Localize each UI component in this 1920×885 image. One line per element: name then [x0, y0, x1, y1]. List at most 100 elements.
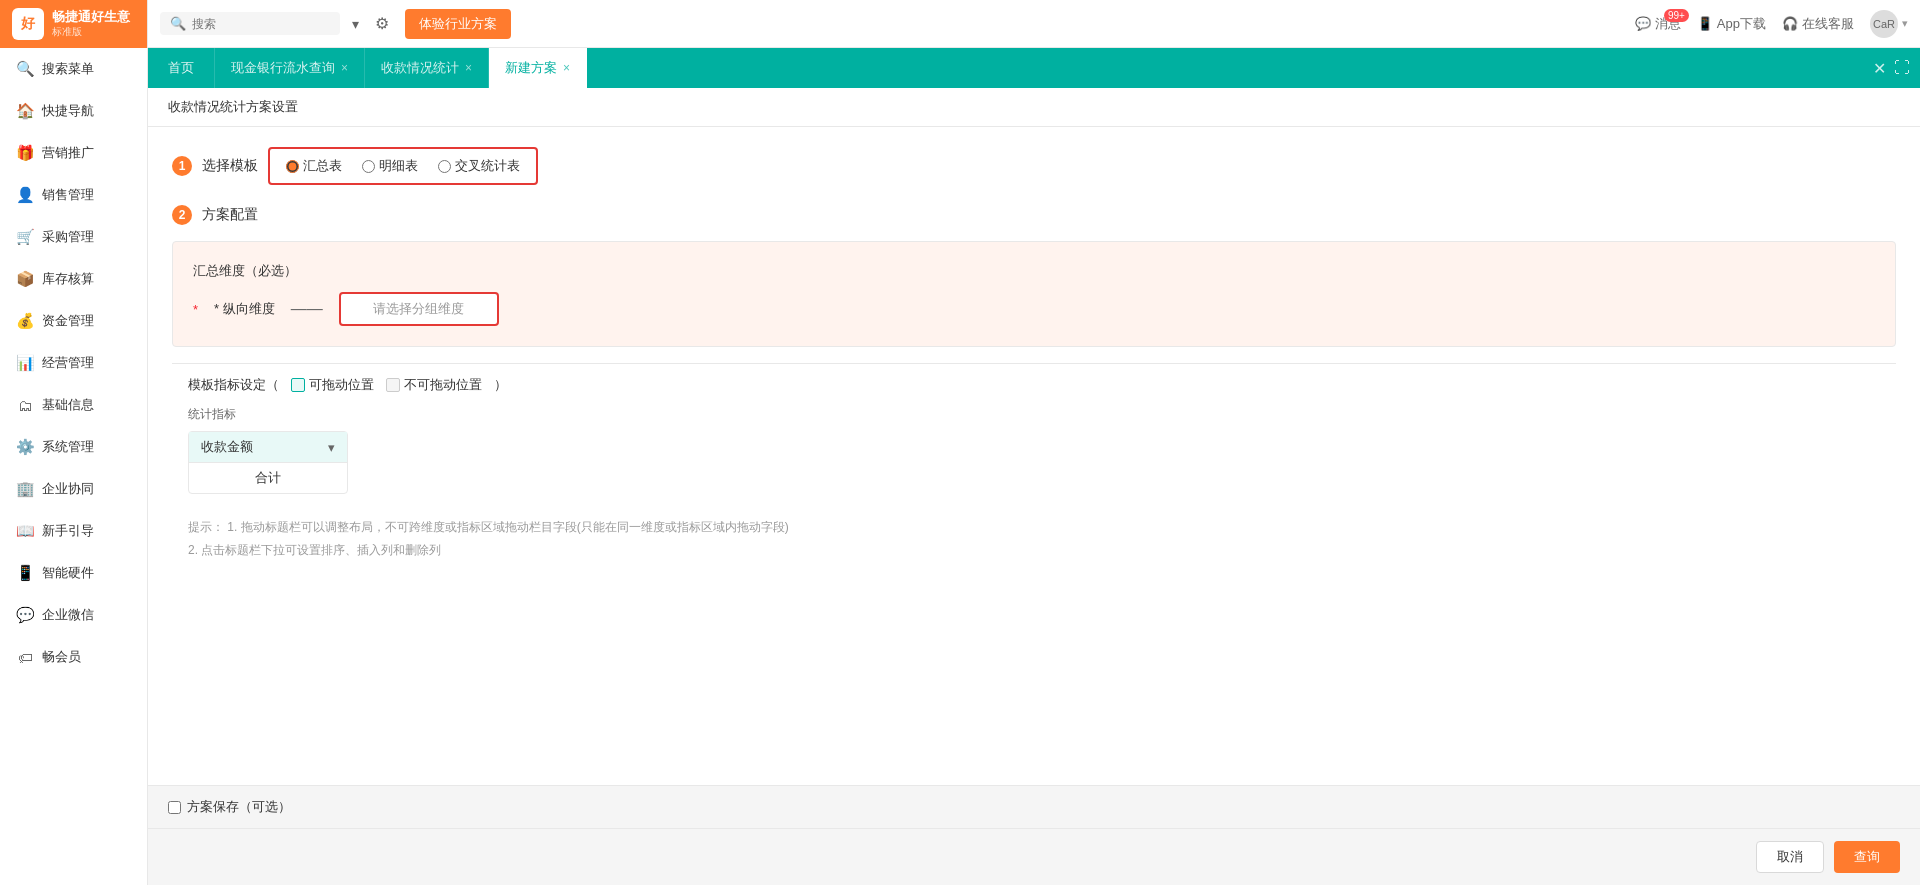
sidebar-item-inventory[interactable]: 📦 库存核算 — [0, 258, 147, 300]
detail-radio[interactable] — [362, 160, 375, 173]
dimension-select[interactable]: 请选择分组维度 — [339, 292, 499, 326]
app-download-label: App下载 — [1717, 15, 1766, 33]
sidebar-item-label: 销售管理 — [42, 186, 94, 204]
tab-bank-flow-label: 现金银行流水查询 — [231, 59, 335, 77]
col-dropdown-icon[interactable]: ▾ — [328, 440, 335, 455]
sidebar-item-sales[interactable]: 👤 销售管理 — [0, 174, 147, 216]
sidebar-item-operations[interactable]: 📊 经营管理 — [0, 342, 147, 384]
settings-icon: ⚙️ — [16, 438, 34, 456]
sidebar-item-guide[interactable]: 📖 新手引导 — [0, 510, 147, 552]
tab-home-label: 首页 — [168, 59, 194, 77]
logo-sub: 标准版 — [52, 25, 130, 39]
expand-window-button[interactable]: ⛶ — [1894, 59, 1910, 77]
required-star: * — [193, 302, 198, 317]
phone-icon: 📱 — [16, 564, 34, 582]
topbar: 🔍 ▾ ⚙ 体验行业方案 💬 消息 99+ 📱 App下载 🎧 在线客服 CaR — [148, 0, 1920, 48]
tabbar: 首页 现金银行流水查询 × 收款情况统计 × 新建方案 × ✕ ⛶ — [148, 48, 1920, 88]
search-input[interactable] — [192, 17, 312, 31]
step2-number: 2 — [172, 205, 192, 225]
app-download-button[interactable]: 📱 App下载 — [1697, 15, 1766, 33]
sidebar-item-hardware[interactable]: 📱 智能硬件 — [0, 552, 147, 594]
sidebar-item-system[interactable]: ⚙️ 系统管理 — [0, 426, 147, 468]
step1-title: 选择模板 — [202, 157, 258, 175]
sidebar-item-label: 基础信息 — [42, 396, 94, 414]
summary-radio[interactable] — [286, 160, 299, 173]
no-drag-legend: 不可拖动位置 — [386, 376, 482, 394]
sidebar-logo: 好 畅捷通好生意 标准版 — [0, 0, 147, 48]
tab-collection-stats[interactable]: 收款情况统计 × — [365, 48, 489, 88]
user-info[interactable]: CaR ▾ — [1870, 10, 1908, 38]
cross-radio[interactable] — [438, 160, 451, 173]
chart-icon: 📊 — [16, 354, 34, 372]
box-icon: 📦 — [16, 270, 34, 288]
breadcrumb: 收款情况统计方案设置 — [168, 99, 298, 114]
sidebar-item-label: 畅会员 — [42, 648, 81, 666]
metric-table-row: 合计 — [189, 463, 347, 493]
close-tab-icon[interactable]: × — [465, 61, 472, 75]
close-tab-icon[interactable]: × — [341, 61, 348, 75]
save-option-area: 方案保存（可选） — [148, 785, 1920, 828]
phone-icon: 📱 — [1697, 16, 1713, 31]
stat-indicators-label: 统计指标 — [188, 406, 1880, 423]
sidebar-item-search-menu[interactable]: 🔍 搜索菜单 — [0, 48, 147, 90]
gear-button[interactable]: ⚙ — [371, 10, 393, 37]
sidebar-item-member[interactable]: 🏷 畅会员 — [0, 636, 147, 678]
step1-section: 1 选择模板 汇总表 明细表 — [172, 147, 1896, 185]
sidebar-item-enterprise[interactable]: 🏢 企业协同 — [0, 468, 147, 510]
sidebar-item-label: 快捷导航 — [42, 102, 94, 120]
sidebar-item-quick-nav[interactable]: 🏠 快捷导航 — [0, 90, 147, 132]
sidebar-item-wechat[interactable]: 💬 企业微信 — [0, 594, 147, 636]
template-option-cross[interactable]: 交叉统计表 — [438, 157, 520, 175]
sidebar-nav: 🔍 搜索菜单 🏠 快捷导航 🎁 营销推广 👤 销售管理 🛒 采购管理 📦 库存核… — [0, 48, 147, 885]
user-initials: CaR — [1873, 18, 1895, 30]
arrow-icon: —— — [291, 300, 323, 318]
sidebar-item-basic[interactable]: 🗂 基础信息 — [0, 384, 147, 426]
save-option-label[interactable]: 方案保存（可选） — [168, 798, 291, 816]
sidebar-item-label: 资金管理 — [42, 312, 94, 330]
gift-icon: 🎁 — [16, 144, 34, 162]
tab-bank-flow[interactable]: 现金银行流水查询 × — [215, 48, 365, 88]
sidebar-item-finance[interactable]: 💰 资金管理 — [0, 300, 147, 342]
content-area: 收款情况统计方案设置 1 选择模板 汇总表 — [148, 88, 1920, 828]
template-radio-group: 汇总表 明细表 交叉统计表 — [286, 157, 520, 175]
template-option-detail[interactable]: 明细表 — [362, 157, 418, 175]
sidebar: 好 畅捷通好生意 标准版 🔍 搜索菜单 🏠 快捷导航 🎁 营销推广 👤 销售管理… — [0, 0, 148, 885]
close-window-button[interactable]: ✕ — [1873, 59, 1886, 78]
metric-table-header[interactable]: 收款金额 ▾ — [189, 432, 347, 463]
industry-plan-button[interactable]: 体验行业方案 — [405, 9, 511, 39]
save-checkbox[interactable] — [168, 801, 181, 814]
tips-section: 提示： 1. 拖动标题栏可以调整布局，不可跨维度或指标区域拖动栏目字段(只能在同… — [172, 506, 1896, 580]
sidebar-item-purchase[interactable]: 🛒 采购管理 — [0, 216, 147, 258]
template-option-summary[interactable]: 汇总表 — [286, 157, 342, 175]
chevron-down-icon: ▾ — [1902, 17, 1908, 30]
tab-new-plan[interactable]: 新建方案 × — [489, 48, 587, 88]
close-tab-icon[interactable]: × — [563, 61, 570, 75]
sidebar-item-label: 搜索菜单 — [42, 60, 94, 78]
cancel-button[interactable]: 取消 — [1756, 841, 1824, 873]
draggable-text: 可拖动位置 — [309, 376, 374, 394]
topbar-right: 💬 消息 99+ 📱 App下载 🎧 在线客服 CaR ▾ — [1635, 10, 1908, 38]
sidebar-item-label: 新手引导 — [42, 522, 94, 540]
footer-bar: 取消 查询 — [148, 828, 1920, 885]
query-button[interactable]: 查询 — [1834, 841, 1900, 873]
sidebar-item-marketing[interactable]: 🎁 营销推广 — [0, 132, 147, 174]
metric-table: 收款金额 ▾ 合计 — [188, 431, 348, 494]
dimension-area: 汇总维度（必选） * * 纵向维度 —— 请选择分组维度 — [172, 241, 1896, 347]
tab-home[interactable]: 首页 — [148, 48, 215, 88]
logo-icon: 好 — [12, 8, 44, 40]
vertical-dimension-label: * 纵向维度 — [214, 300, 275, 318]
messages-button[interactable]: 💬 消息 99+ — [1635, 15, 1681, 33]
sidebar-item-label: 企业微信 — [42, 606, 94, 624]
avatar: CaR — [1870, 10, 1898, 38]
search-icon: 🔍 — [170, 16, 186, 31]
user-icon: 👤 — [16, 186, 34, 204]
dropdown-button[interactable]: ▾ — [352, 16, 359, 32]
cart-icon: 🛒 — [16, 228, 34, 246]
col-header-label: 收款金额 — [201, 438, 253, 456]
tip-line1: 提示： 1. 拖动标题栏可以调整布局，不可跨维度或指标区域拖动栏目字段(只能在同… — [188, 518, 1880, 537]
online-service-button[interactable]: 🎧 在线客服 — [1782, 15, 1854, 33]
logo-text-block: 畅捷通好生意 标准版 — [52, 9, 130, 39]
step2-title: 方案配置 — [202, 206, 258, 224]
sidebar-item-label: 库存核算 — [42, 270, 94, 288]
no-drag-text: 不可拖动位置 — [404, 376, 482, 394]
